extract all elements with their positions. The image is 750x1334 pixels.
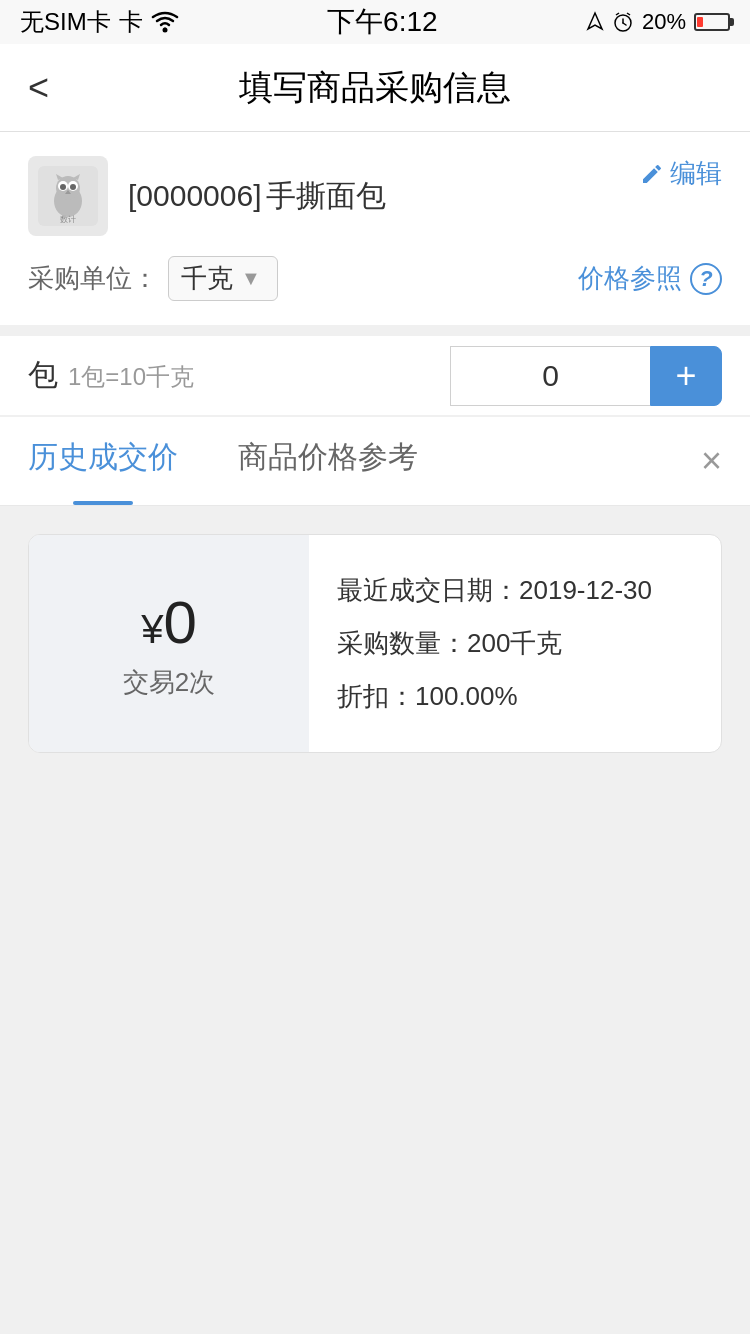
card-detail-discount: 折扣：100.00% — [337, 677, 693, 716]
wifi-icon — [151, 11, 179, 33]
status-bar: 无SIM卡 卡 下午6:12 20% — [0, 0, 750, 44]
unit-dropdown-arrow: ▼ — [241, 267, 261, 290]
svg-text:数计: 数计 — [60, 215, 76, 224]
unit-select[interactable]: 千克 ▼ — [168, 256, 278, 301]
product-left: 数计 [0000006] 手撕面包 — [28, 156, 386, 236]
product-image: 数计 — [28, 156, 108, 236]
svg-point-12 — [70, 184, 76, 190]
carrier-text: 无SIM卡 — [20, 6, 111, 38]
quantity-label: 包 1包=10千克 — [28, 355, 194, 396]
main-content: ¥0 交易2次 最近成交日期：2019-12-30 采购数量：200千克 折扣：… — [0, 506, 750, 1306]
svg-line-5 — [627, 13, 630, 15]
price-ref-icon: ? — [690, 263, 722, 295]
price-value: 0 — [163, 589, 196, 656]
edit-label: 编辑 — [670, 156, 722, 191]
location-icon — [586, 11, 604, 33]
battery-fill — [697, 17, 703, 27]
card-detail-quantity: 采购数量：200千克 — [337, 624, 693, 663]
alarm-icon — [612, 11, 634, 33]
product-title: 手撕面包 — [266, 179, 386, 212]
quantity-unit: 包 — [28, 355, 58, 396]
card-left: ¥0 交易2次 — [29, 535, 309, 752]
product-logo: 数计 — [38, 166, 98, 226]
card-trades: 交易2次 — [123, 665, 215, 700]
battery-percent: 20% — [642, 9, 686, 35]
unit-select-value: 千克 — [181, 261, 233, 296]
product-name: [0000006] 手撕面包 — [128, 176, 386, 217]
sim-text: 卡 — [119, 6, 143, 38]
product-id: [0000006] — [128, 179, 261, 212]
edit-icon — [640, 162, 664, 186]
status-left: 无SIM卡 卡 — [20, 6, 179, 38]
tab-close-button[interactable]: × — [701, 443, 722, 479]
product-header: 数计 [0000006] 手撕面包 编辑 — [28, 156, 722, 236]
quantity-plus-button[interactable]: + — [650, 346, 722, 406]
svg-point-0 — [162, 28, 167, 33]
product-unit-row: 采购单位： 千克 ▼ 价格参照 ? — [28, 256, 722, 301]
tabs-list: 历史成交价 商品价格参考 — [28, 417, 418, 505]
svg-point-11 — [60, 184, 66, 190]
history-card: ¥0 交易2次 最近成交日期：2019-12-30 采购数量：200千克 折扣：… — [28, 534, 722, 753]
svg-line-3 — [623, 23, 626, 25]
price-ref-label: 价格参照 — [578, 261, 682, 296]
tabs-header: 历史成交价 商品价格参考 × — [0, 417, 750, 505]
plus-icon: + — [675, 355, 696, 397]
tab-product-price[interactable]: 商品价格参考 — [238, 417, 418, 505]
battery-icon — [694, 13, 730, 31]
tab-history-price[interactable]: 历史成交价 — [28, 417, 178, 505]
tab-history-label: 历史成交价 — [28, 437, 178, 478]
quantity-section: 包 1包=10千克 0 + — [0, 335, 750, 415]
status-right: 20% — [586, 9, 730, 35]
section-divider — [0, 327, 750, 335]
quantity-value: 0 — [542, 359, 559, 393]
product-section: 数计 [0000006] 手撕面包 编辑 采购单位： 千克 ▼ 价格参照 — [0, 132, 750, 325]
tab-active-indicator — [73, 501, 133, 505]
tab-product-label: 商品价格参考 — [238, 437, 418, 478]
tabs-section: 历史成交价 商品价格参考 × — [0, 417, 750, 506]
status-time: 下午6:12 — [327, 3, 438, 41]
card-section: ¥0 交易2次 最近成交日期：2019-12-30 采购数量：200千克 折扣：… — [0, 506, 750, 781]
svg-line-4 — [616, 13, 619, 15]
quantity-input[interactable]: 0 — [450, 346, 650, 406]
card-price: ¥0 — [141, 588, 197, 657]
edit-button[interactable]: 编辑 — [640, 156, 722, 191]
price-ref-button[interactable]: 价格参照 ? — [578, 261, 722, 296]
unit-label: 采购单位： — [28, 261, 158, 296]
nav-bar: < 填写商品采购信息 — [0, 44, 750, 132]
card-detail-date: 最近成交日期：2019-12-30 — [337, 571, 693, 610]
back-button[interactable]: < — [28, 67, 49, 109]
yen-symbol: ¥ — [141, 607, 163, 651]
quantity-conversion: 1包=10千克 — [68, 361, 194, 393]
page-title: 填写商品采购信息 — [239, 65, 511, 111]
quantity-input-area: 0 + — [450, 346, 722, 406]
card-right: 最近成交日期：2019-12-30 采购数量：200千克 折扣：100.00% — [309, 535, 721, 752]
